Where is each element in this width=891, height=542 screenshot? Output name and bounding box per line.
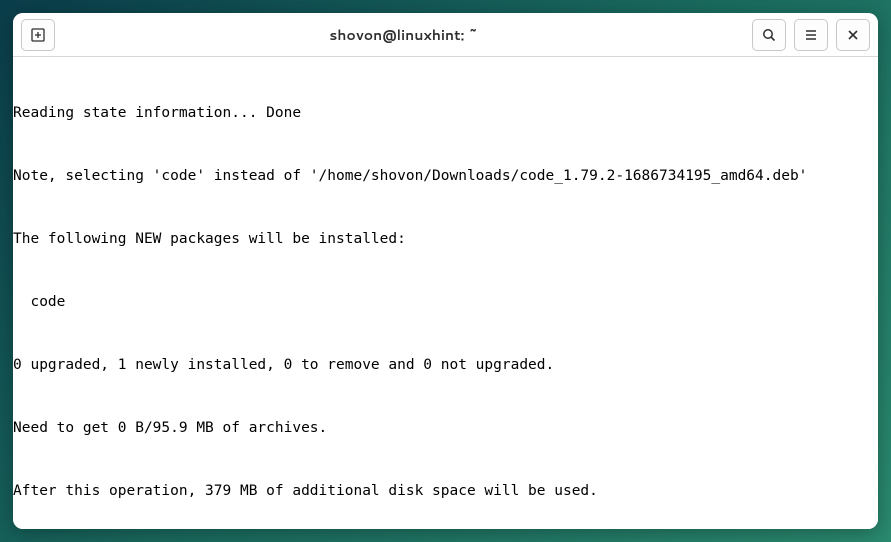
titlebar: shovon@linuxhint: ~ bbox=[13, 13, 878, 57]
output-line: Note, selecting 'code' instead of '/home… bbox=[13, 166, 878, 187]
search-icon bbox=[761, 27, 777, 43]
terminal-window: shovon@linuxhint: ~ bbox=[13, 13, 878, 529]
close-icon bbox=[846, 28, 860, 42]
output-line: 0 upgraded, 1 newly installed, 0 to remo… bbox=[13, 355, 878, 376]
output-line: The following NEW packages will be insta… bbox=[13, 229, 878, 250]
output-line: After this operation, 379 MB of addition… bbox=[13, 481, 878, 502]
terminal-output[interactable]: Reading state information... Done Note, … bbox=[13, 57, 878, 529]
new-tab-button[interactable] bbox=[21, 19, 55, 51]
output-line: Reading state information... Done bbox=[13, 103, 878, 124]
window-title: shovon@linuxhint: ~ bbox=[329, 25, 478, 45]
search-button[interactable] bbox=[752, 19, 786, 51]
output-line: Need to get 0 B/95.9 MB of archives. bbox=[13, 418, 878, 439]
plus-box-icon bbox=[30, 27, 46, 43]
output-line: code bbox=[13, 292, 878, 313]
close-button[interactable] bbox=[836, 19, 870, 51]
hamburger-icon bbox=[803, 27, 819, 43]
menu-button[interactable] bbox=[794, 19, 828, 51]
